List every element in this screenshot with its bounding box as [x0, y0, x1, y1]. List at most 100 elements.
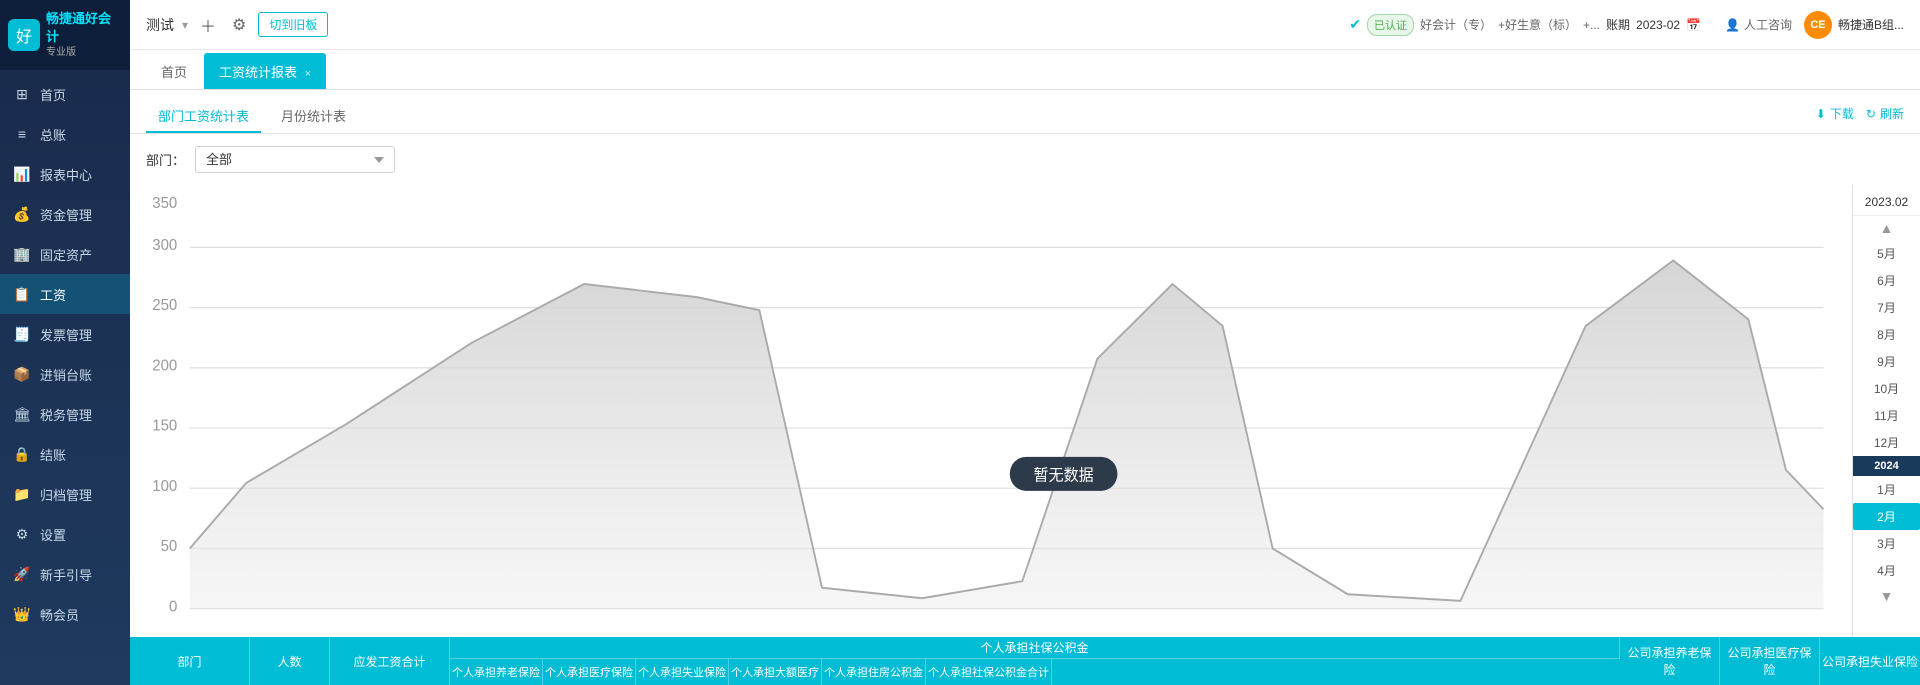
sidebar-nav: ⊞ 首页 ≡ 总账 📊 报表中心 💰 资金管理 🏢 固定资产 📋 工资 🧾 发票…: [0, 70, 130, 685]
status-tag-2: +好生意（标）: [1498, 16, 1577, 33]
archive-icon: 📁: [12, 484, 32, 504]
filter-row: 部门： 全部 销售部 财务部 技术部 行政部: [130, 134, 1920, 185]
member-icon: 👑: [12, 604, 32, 624]
dp-month-9[interactable]: 9月: [1853, 348, 1920, 375]
reports-icon: 📊: [12, 164, 32, 184]
chart-container: 0 50 100 150 200 250 300 350: [130, 185, 1852, 637]
svg-text:300: 300: [152, 237, 177, 254]
sidebar-item-archive[interactable]: 📁 归档管理: [0, 474, 130, 514]
table-header-row: 部门 人数 应发工资合计 个人承担社保公积金 个人承担养老保险 个人承担医疗保险…: [130, 637, 1920, 685]
topbar-settings-btn[interactable]: ⚙: [228, 13, 250, 37]
certified-icon: ✔: [1349, 16, 1361, 33]
user-area[interactable]: CE 畅捷通B组...: [1804, 11, 1904, 39]
dp-month-12[interactable]: 12月: [1853, 429, 1920, 456]
chart-svg: 0 50 100 150 200 250 300 350: [146, 195, 1836, 627]
dp-month-7[interactable]: 7月: [1853, 294, 1920, 321]
tab-home[interactable]: 首页: [146, 53, 202, 89]
switch-to-old-btn[interactable]: 切到旧板: [258, 12, 328, 37]
refresh-btn[interactable]: ↻ 刷新: [1866, 105, 1904, 122]
topbar-title: 测试: [146, 15, 174, 35]
th-group-header: 个人承担社保公积金: [450, 637, 1620, 659]
svg-text:暂无数据: 暂无数据: [1034, 466, 1094, 484]
invoice-icon: 🧾: [12, 324, 32, 344]
tabbar: 首页 工资统计报表 ×: [130, 50, 1920, 90]
table-section: 部门 人数 应发工资合计 个人承担社保公积金 个人承担养老保险 个人承担医疗保险…: [130, 637, 1920, 685]
dp-month-3[interactable]: 3月: [1853, 530, 1920, 557]
certified-badge: 已认证: [1367, 14, 1414, 36]
sidebar-item-invoice[interactable]: 🧾 发票管理: [0, 314, 130, 354]
th-personal-medical: 个人承担医疗保险: [543, 659, 636, 685]
funds-label: 资金管理: [40, 205, 92, 224]
topbar-right: 👤 人工咨询 CE 畅捷通B组...: [1725, 11, 1904, 39]
subtab-dept[interactable]: 部门工资统计表: [146, 100, 261, 133]
topbar-status: ✔ 已认证 好会计（专） +好生意（标） +... 账期 2023-02 📅: [1349, 14, 1701, 36]
th-personal-unemployment: 个人承担失业保险: [636, 659, 729, 685]
help-label: 人工咨询: [1744, 16, 1792, 33]
brand-name: 畅捷通好会计: [46, 10, 122, 46]
th-personal-major-medical: 个人承担大额医疗: [729, 659, 822, 685]
sidebar-item-settings[interactable]: ⚙ 设置: [0, 514, 130, 554]
subtab-monthly[interactable]: 月份统计表: [269, 100, 358, 133]
date-picker-panel: 2023.02 ▲ 5月 6月 7月 8月 9月 10月 11月 12月 202…: [1852, 185, 1920, 637]
dp-month-5[interactable]: 5月: [1853, 240, 1920, 267]
svg-text:50: 50: [161, 538, 178, 555]
th-group-personal: 个人承担社保公积金 个人承担养老保险 个人承担医疗保险 个人承担失业保险 个人承…: [450, 637, 1620, 685]
assets-label: 固定资产: [40, 245, 92, 264]
th-personal-pension: 个人承担养老保险: [450, 659, 543, 685]
help-btn[interactable]: 👤 人工咨询: [1725, 16, 1792, 33]
dp-month-10[interactable]: 10月: [1853, 375, 1920, 402]
status-tag-1: 好会计（专）: [1420, 16, 1492, 33]
topbar-add-btn[interactable]: ＋: [196, 11, 220, 39]
dp-month-8[interactable]: 8月: [1853, 321, 1920, 348]
filter-label: 部门：: [146, 150, 185, 169]
dp-month-2-active[interactable]: 2月: [1853, 503, 1920, 530]
sidebar-item-purchase[interactable]: 📦 进销台账: [0, 354, 130, 394]
subtab-actions: ⬇ 下载 ↻ 刷新: [1816, 105, 1904, 128]
main-area: 测试 ▾ ＋ ⚙ 切到旧板 ✔ 已认证 好会计（专） +好生意（标） +... …: [130, 0, 1920, 685]
content-area: 部门工资统计表 月份统计表 ⬇ 下载 ↻ 刷新 部门： 全部 销售部: [130, 90, 1920, 685]
calendar-icon[interactable]: 📅: [1686, 18, 1701, 32]
dept-select[interactable]: 全部 销售部 财务部 技术部 行政部: [195, 146, 395, 173]
tab-close-btn[interactable]: ×: [305, 68, 311, 80]
date-picker-up-btn[interactable]: ▲: [1876, 216, 1898, 240]
svg-text:0: 0: [169, 598, 177, 615]
sidebar-item-home[interactable]: ⊞ 首页: [0, 74, 130, 114]
logo-icon: 好: [8, 19, 40, 51]
sidebar-item-guide[interactable]: 🚀 新手引导: [0, 554, 130, 594]
dp-month-4[interactable]: 4月: [1853, 557, 1920, 584]
settings-icon: ⚙: [12, 524, 32, 544]
chart-section: 0 50 100 150 200 250 300 350: [130, 185, 1920, 637]
tax-label: 税务管理: [40, 405, 92, 424]
th-company-unemployment: 公司承担失业保险: [1820, 637, 1920, 685]
date-picker-down-btn[interactable]: ▼: [1876, 584, 1898, 608]
th-count: 人数: [250, 637, 330, 685]
sidebar-item-member[interactable]: 👑 畅会员: [0, 594, 130, 634]
download-icon: ⬇: [1816, 107, 1826, 121]
sidebar-item-salary[interactable]: 📋 工资: [0, 274, 130, 314]
sidebar-item-reports[interactable]: 📊 报表中心: [0, 154, 130, 194]
topbar-dropdown-arrow[interactable]: ▾: [182, 18, 188, 32]
th-company-medical: 公司承担医疗保险: [1720, 637, 1820, 685]
purchase-icon: 📦: [12, 364, 32, 384]
th-group-cells: 个人承担养老保险 个人承担医疗保险 个人承担失业保险 个人承担大额医疗 个人承担…: [450, 659, 1620, 685]
th-dept: 部门: [130, 637, 250, 685]
sidebar-item-tax[interactable]: 🏛 税务管理: [0, 394, 130, 434]
dp-month-1[interactable]: 1月: [1853, 476, 1920, 503]
closing-icon: 🔒: [12, 444, 32, 464]
home-icon: ⊞: [12, 84, 32, 104]
topbar: 测试 ▾ ＋ ⚙ 切到旧板 ✔ 已认证 好会计（专） +好生意（标） +... …: [130, 0, 1920, 50]
sidebar-item-funds[interactable]: 💰 资金管理: [0, 194, 130, 234]
dp-month-11[interactable]: 11月: [1853, 402, 1920, 429]
guide-icon: 🚀: [12, 564, 32, 584]
tab-salary-report[interactable]: 工资统计报表 ×: [204, 53, 326, 89]
sidebar-item-closing[interactable]: 🔒 结账: [0, 434, 130, 474]
th-personal-total: 个人承担社保公积金合计: [926, 659, 1052, 685]
archive-label: 归档管理: [40, 485, 92, 504]
sidebar: 好 畅捷通好会计 专业版 ⊞ 首页 ≡ 总账 📊 报表中心 💰 资金管理 🏢 固…: [0, 0, 130, 685]
sidebar-item-ledger[interactable]: ≡ 总账: [0, 114, 130, 154]
salary-icon: 📋: [12, 284, 32, 304]
sidebar-item-assets[interactable]: 🏢 固定资产: [0, 234, 130, 274]
svg-text:350: 350: [152, 195, 177, 212]
dp-month-6[interactable]: 6月: [1853, 267, 1920, 294]
download-btn[interactable]: ⬇ 下载: [1816, 105, 1854, 122]
